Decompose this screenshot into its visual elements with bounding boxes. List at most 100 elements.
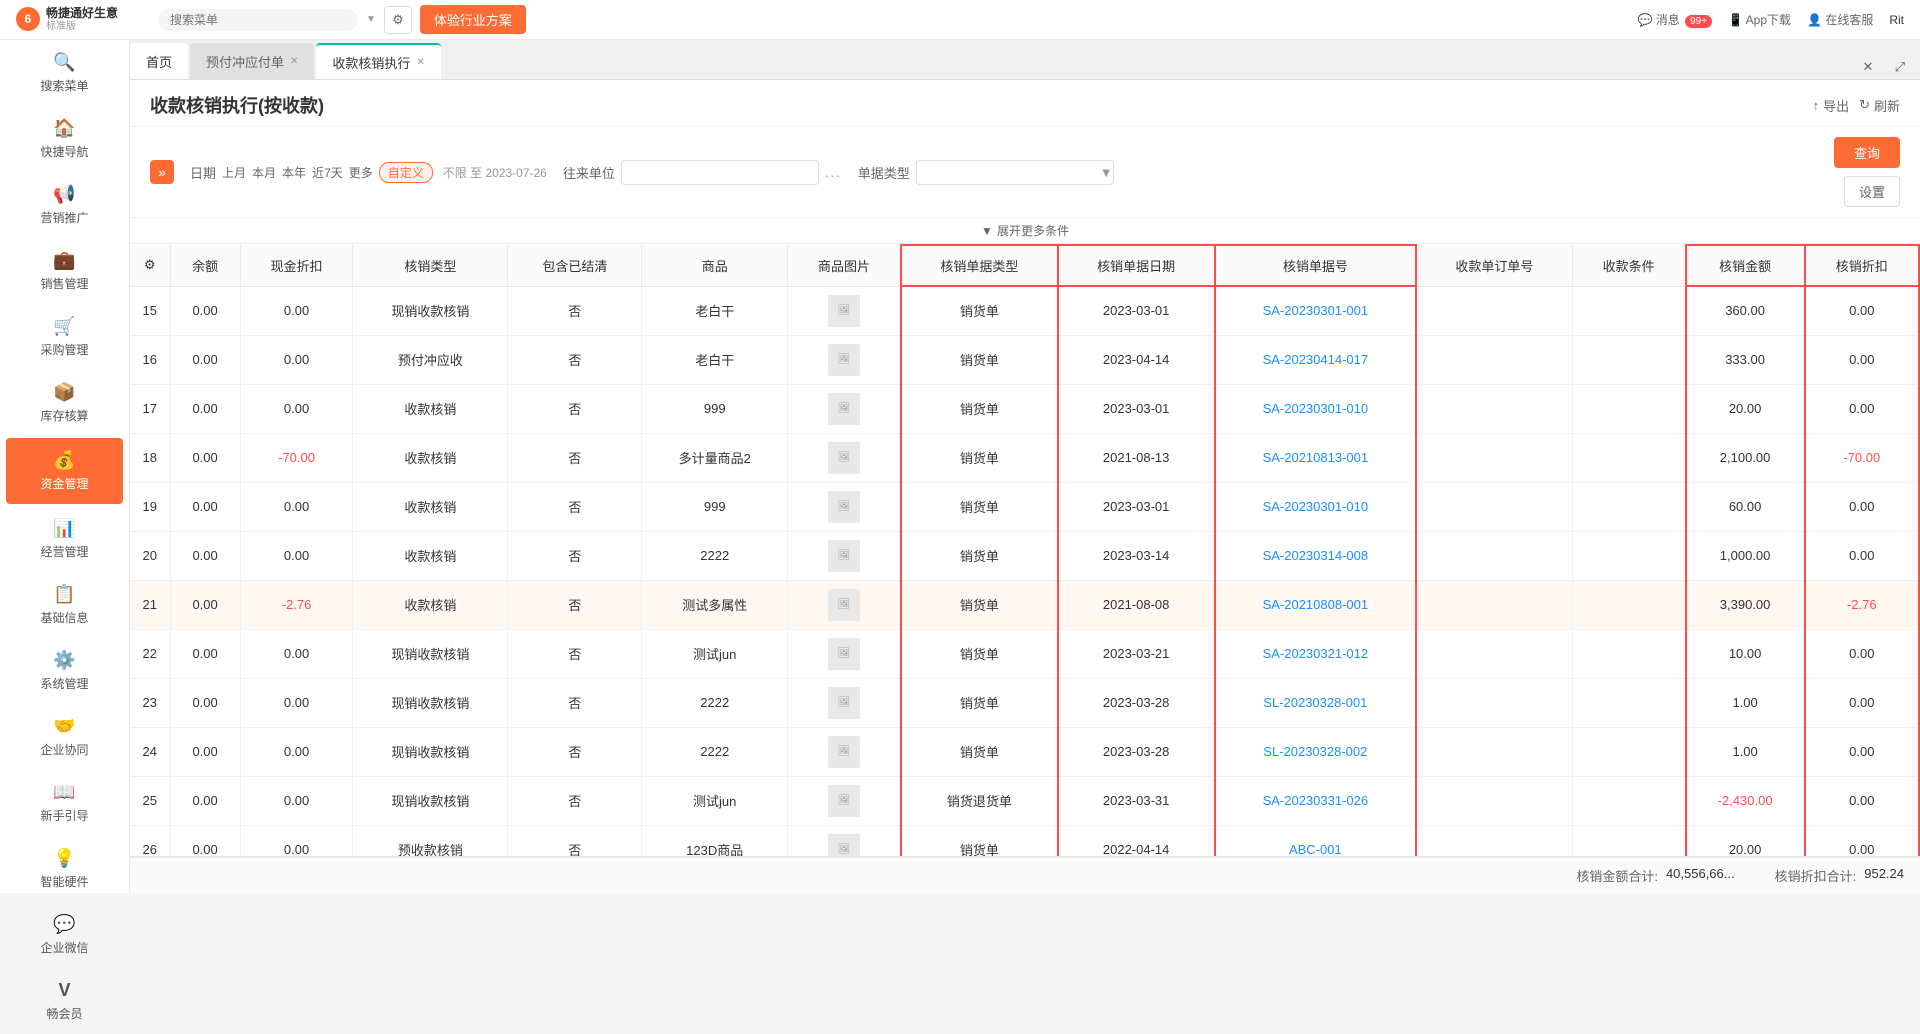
- expand-filter-button[interactable]: »: [150, 160, 174, 184]
- cancel-bill-no-link[interactable]: SA-20230301-001: [1263, 303, 1369, 318]
- basic-icon: 📋: [53, 584, 75, 605]
- cell-cancel-type: 收款核销: [353, 482, 508, 531]
- sidebar-label-wechat: 企业微信: [40, 939, 88, 956]
- tab-prepay-close-icon[interactable]: ✕: [290, 56, 298, 67]
- refresh-button[interactable]: ↻ 刷新: [1859, 96, 1900, 115]
- date-link-this-year[interactable]: 本年: [282, 164, 306, 181]
- sidebar-item-hardware[interactable]: 💡 智能硬件: [0, 836, 129, 902]
- cancel-bill-no-link[interactable]: SA-20230301-010: [1263, 401, 1369, 416]
- sidebar-item-quicknav[interactable]: 🏠 快捷导航: [0, 106, 129, 172]
- footer-cancel-discount-label: 核销折扣合计:: [1775, 866, 1857, 885]
- tab-collection-close-icon[interactable]: ✕: [416, 57, 424, 68]
- app-name: 畅捷通好生意: [46, 6, 118, 20]
- cell-balance: 0.00: [170, 776, 240, 825]
- cell-cash-discount: -2.76: [240, 580, 353, 629]
- cancel-bill-no-link[interactable]: SA-20230414-017: [1263, 352, 1369, 367]
- sidebar-item-wechat[interactable]: 💬 企业微信: [0, 902, 129, 968]
- tab-expand-icon[interactable]: ⤢: [1888, 55, 1912, 79]
- date-range-display: 不限 至 2023-07-26: [443, 164, 547, 181]
- cell-id: 22: [130, 629, 170, 678]
- settings-icon[interactable]: ⚙: [384, 6, 412, 34]
- cancel-bill-no-link[interactable]: SA-20230321-012: [1263, 646, 1369, 661]
- cell-cancel-discount: 0.00: [1805, 384, 1919, 433]
- sidebar-item-guide[interactable]: 📖 新手引导: [0, 770, 129, 836]
- cell-cancel-bill-no: SA-20230301-001: [1215, 286, 1417, 335]
- table-row: 21 0.00 -2.76 收款核销 否 测试多属性 🖼 销货单 2021-08…: [130, 580, 1919, 629]
- query-button[interactable]: 查询: [1834, 137, 1900, 168]
- cell-include-settled: 否: [508, 531, 642, 580]
- sidebar-label-enterprise: 企业协同: [40, 741, 88, 758]
- cell-product-image: 🖼: [788, 335, 901, 384]
- column-settings-icon[interactable]: ⚙: [144, 257, 156, 272]
- cell-cancel-bill-type: 销货单: [901, 384, 1058, 433]
- cell-receipt-condition: [1572, 286, 1685, 335]
- date-link-last-month[interactable]: 上月: [222, 164, 246, 181]
- cell-cash-discount: 0.00: [240, 727, 353, 776]
- sidebar-item-system[interactable]: ⚙️ 系统管理: [0, 638, 129, 704]
- table-container[interactable]: ⚙ 余额 现金折扣 核销类型 包含已结清 商品 商品图片 核销单据类型 核销单据…: [130, 244, 1920, 856]
- date-link-custom[interactable]: 自定义: [379, 162, 433, 183]
- cell-cash-discount: 0.00: [240, 825, 353, 856]
- cancel-bill-no-link[interactable]: SA-20230301-010: [1263, 499, 1369, 514]
- sidebar-item-marketing[interactable]: 📢 营销推广: [0, 172, 129, 238]
- date-link-this-month[interactable]: 本月: [252, 164, 276, 181]
- more-conditions-button[interactable]: ▼ 展开更多条件: [981, 222, 1069, 239]
- app-download-link[interactable]: 📱 App下载: [1728, 11, 1791, 28]
- cell-cancel-bill-date: 2023-03-01: [1058, 384, 1215, 433]
- sidebar-item-operations[interactable]: 📊 经营管理: [0, 506, 129, 572]
- cancel-bill-no-link[interactable]: ABC-001: [1289, 842, 1342, 856]
- cell-receipt-condition: [1572, 629, 1685, 678]
- cell-receipt-condition: [1572, 433, 1685, 482]
- notification-badge: 99+: [1685, 15, 1712, 28]
- counterpart-input[interactable]: [621, 160, 819, 185]
- tab-prepay[interactable]: 预付冲应付单 ✕: [190, 43, 314, 79]
- enterprise-icon: 🤝: [53, 716, 75, 737]
- cell-include-settled: 否: [508, 629, 642, 678]
- cell-id: 24: [130, 727, 170, 776]
- sidebar-item-search[interactable]: 🔍 搜索菜单: [0, 40, 129, 106]
- guide-icon: 📖: [53, 782, 75, 803]
- tab-home[interactable]: 首页: [130, 43, 188, 79]
- sidebar-item-inventory[interactable]: 📦 库存核算: [0, 370, 129, 436]
- cell-receipt-condition: [1572, 727, 1685, 776]
- sidebar-item-sales[interactable]: 💼 销售管理: [0, 238, 129, 304]
- sidebar-item-enterprise[interactable]: 🤝 企业协同: [0, 704, 129, 770]
- online-service-link[interactable]: 👤 在线客服: [1807, 11, 1873, 28]
- date-link-7days[interactable]: 近7天: [312, 164, 343, 181]
- cell-cancel-amount: 20.00: [1686, 384, 1805, 433]
- tab-collection[interactable]: 收款核销执行 ✕: [316, 43, 440, 79]
- cancel-bill-no-link[interactable]: SA-20210808-001: [1263, 597, 1369, 612]
- sidebar-item-vip[interactable]: V 畅会员: [0, 968, 129, 1034]
- main-table: ⚙ 余额 现金折扣 核销类型 包含已结清 商品 商品图片 核销单据类型 核销单据…: [130, 244, 1920, 856]
- cell-cancel-discount: 0.00: [1805, 335, 1919, 384]
- cell-cancel-bill-date: 2022-04-14: [1058, 825, 1215, 856]
- cancel-bill-no-link[interactable]: SA-20210813-001: [1263, 450, 1369, 465]
- table-row: 20 0.00 0.00 收款核销 否 2222 🖼 销货单 2023-03-1…: [130, 531, 1919, 580]
- cancel-bill-no-link[interactable]: SL-20230328-001: [1263, 695, 1367, 710]
- sidebar-item-purchase[interactable]: 🛒 采购管理: [0, 304, 129, 370]
- col-settings[interactable]: ⚙: [130, 245, 170, 286]
- cell-cancel-amount: 20.00: [1686, 825, 1805, 856]
- cell-cancel-discount: 0.00: [1805, 531, 1919, 580]
- setting-button[interactable]: 设置: [1844, 176, 1900, 207]
- cell-balance: 0.00: [170, 286, 240, 335]
- sidebar-item-finance[interactable]: 💰 资金管理: [6, 438, 123, 504]
- export-button[interactable]: ↑ 导出: [1813, 96, 1850, 115]
- cell-id: 18: [130, 433, 170, 482]
- cancel-bill-no-link[interactable]: SA-20230331-026: [1263, 793, 1369, 808]
- cancel-bill-no-link[interactable]: SL-20230328-002: [1263, 744, 1367, 759]
- col-cash-discount: 现金折扣: [240, 245, 353, 286]
- industry-button[interactable]: 体验行业方案: [420, 5, 526, 34]
- cell-cancel-type: 收款核销: [353, 580, 508, 629]
- cancel-bill-no-link[interactable]: SA-20230314-008: [1263, 548, 1369, 563]
- sidebar-item-basic[interactable]: 📋 基础信息: [0, 572, 129, 638]
- receipt-type-select[interactable]: [916, 160, 1114, 185]
- date-link-more[interactable]: 更多: [349, 164, 373, 181]
- cell-cancel-discount: 0.00: [1805, 825, 1919, 856]
- cell-cancel-amount: 1,000.00: [1686, 531, 1805, 580]
- footer-cancel-amount-value: 40,556,66...: [1666, 866, 1735, 885]
- tab-close-all-icon[interactable]: ✕: [1856, 55, 1880, 79]
- cell-cancel-type: 收款核销: [353, 531, 508, 580]
- notification-area[interactable]: 💬 消息 99+: [1637, 11, 1712, 28]
- top-search-input[interactable]: [158, 9, 358, 31]
